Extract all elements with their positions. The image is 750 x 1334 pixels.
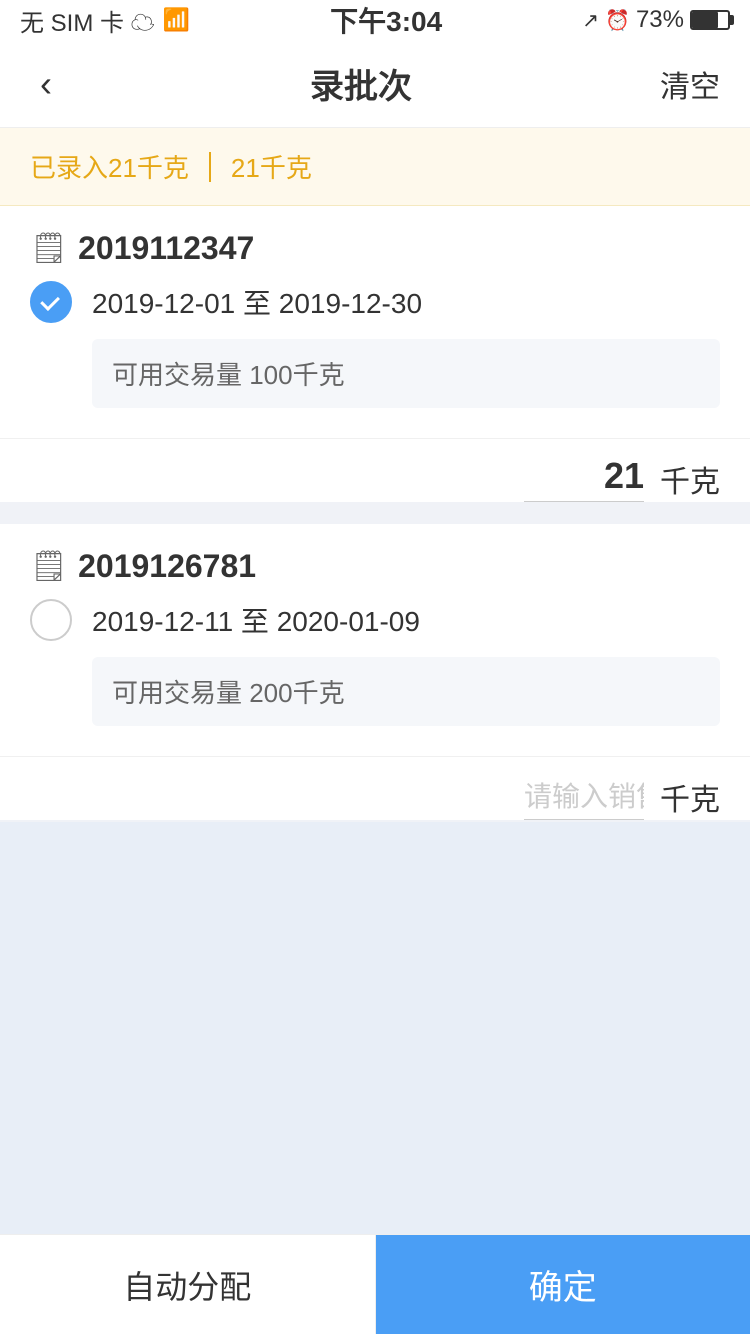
radio-1[interactable]: [30, 281, 72, 323]
qty-input-2[interactable]: [524, 773, 644, 815]
battery-percent: 73%: [636, 6, 684, 34]
qty-input-1[interactable]: [524, 455, 644, 497]
info-divider: [209, 152, 211, 182]
avail-box-1: 可用交易量 100千克: [92, 339, 720, 408]
bottom-bg: [0, 822, 750, 1302]
qty-input-wrapper-1[interactable]: [524, 455, 644, 502]
avail-box-2: 可用交易量 200千克: [92, 657, 720, 726]
status-time: 下午3:04: [330, 0, 442, 40]
qty-unit-1: 千克: [660, 457, 720, 501]
batch-id-2: 2019126781: [78, 548, 256, 585]
batch-number-row-2: 🗒 2019126781: [30, 548, 720, 585]
batch-id-1: 2019112347: [78, 230, 254, 267]
recorded-value: 21千克: [231, 148, 312, 185]
auto-distribute-button[interactable]: 自动分配: [0, 1235, 376, 1334]
wifi-icon: 📶: [163, 7, 190, 33]
nav-bar: ‹ 录批次 清空: [0, 40, 750, 128]
battery-icon: [690, 10, 730, 30]
qty-unit-2: 千克: [660, 775, 720, 819]
no-sim-label: 无 SIM 卡 ☁: [20, 3, 155, 38]
doc-icon-2: 🗒: [30, 549, 68, 584]
page-title: 录批次: [310, 59, 412, 108]
recorded-label: 已录入21千克: [30, 148, 189, 185]
info-banner: 已录入21千克 21千克: [0, 128, 750, 206]
date-range-1: 2019-12-01 至 2019-12-30: [92, 282, 422, 322]
clear-button[interactable]: 清空: [660, 62, 720, 106]
date-row-1[interactable]: 2019-12-01 至 2019-12-30: [30, 281, 720, 323]
date-range-2: 2019-12-11 至 2020-01-09: [92, 600, 420, 640]
status-bar: 无 SIM 卡 ☁ 📶 下午3:04 ↗ ⏰ 73%: [0, 0, 750, 40]
doc-icon-1: 🗒: [30, 231, 68, 266]
alarm-icon: ⏰: [605, 8, 630, 33]
batch-card-2: 🗒 2019126781 2019-12-11 至 2020-01-09 可用交…: [0, 524, 750, 820]
qty-row-1: 千克: [0, 438, 750, 502]
footer: 自动分配 确定: [0, 1234, 750, 1334]
qty-row-2: 千克: [0, 756, 750, 820]
back-button[interactable]: ‹: [30, 53, 62, 115]
status-right: ↗ ⏰ 73%: [582, 6, 730, 34]
qty-input-wrapper-2[interactable]: [524, 773, 644, 820]
date-row-2[interactable]: 2019-12-11 至 2020-01-09: [30, 599, 720, 641]
batch-number-row-1: 🗒 2019112347: [30, 230, 720, 267]
status-left: 无 SIM 卡 ☁ 📶: [20, 3, 190, 38]
batch-card-1: 🗒 2019112347 2019-12-01 至 2019-12-30 可用交…: [0, 206, 750, 502]
location-icon: ↗: [582, 8, 599, 33]
separator-1: [0, 504, 750, 524]
confirm-button[interactable]: 确定: [376, 1235, 750, 1334]
radio-2[interactable]: [30, 599, 72, 641]
